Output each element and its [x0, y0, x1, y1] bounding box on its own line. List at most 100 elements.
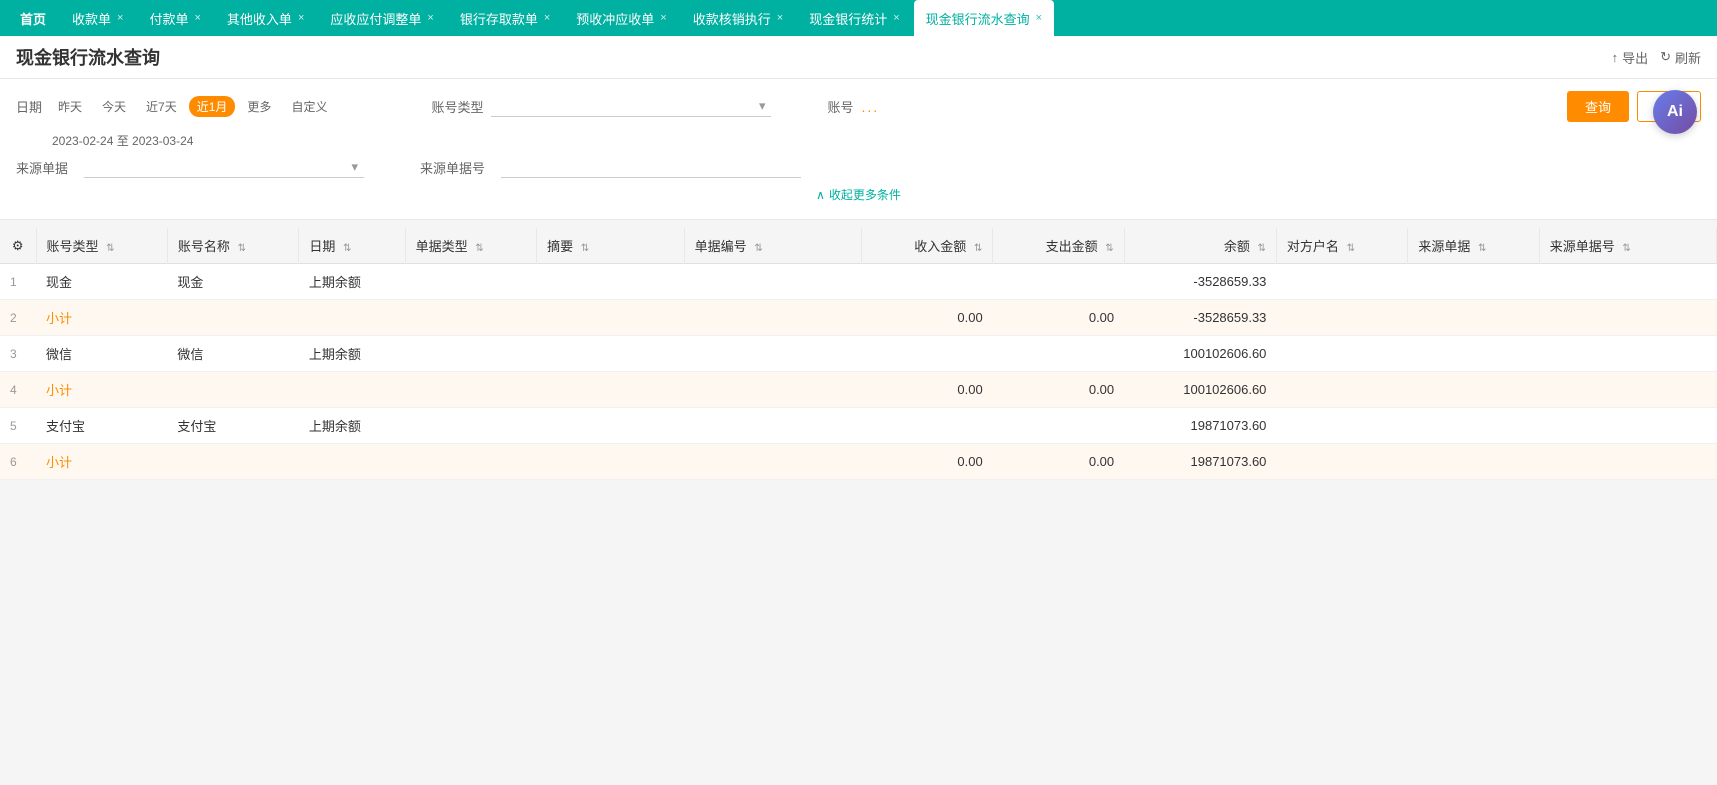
collapse-bar[interactable]: ∧ 收起更多条件 [16, 182, 1701, 207]
cell-expense [993, 408, 1124, 444]
cell-balance: 19871073.60 [1124, 408, 1276, 444]
date-opt-custom[interactable]: 自定义 [283, 96, 335, 117]
col-source-doc[interactable]: 来源单据 ⇅ [1408, 228, 1539, 264]
nav-home[interactable]: 首页 [8, 0, 58, 36]
cell-doc-type [405, 336, 536, 372]
col-account-type[interactable]: 账号类型 ⇅ [36, 228, 167, 264]
table-row: 3 微信 微信 上期余额 100102606.60 [0, 336, 1717, 372]
close-icon[interactable]: × [194, 12, 200, 24]
date-range-display: 2023-02-24 至 2023-03-24 [52, 134, 193, 148]
cell-source-doc-no [1539, 444, 1716, 480]
nav-tab-8[interactable]: 现金银行流水查询 × [914, 0, 1054, 36]
sort-icon: ⇅ [1478, 243, 1486, 254]
cell-account-type: 小计 [36, 372, 167, 408]
ai-assistant-button[interactable]: Ai [1653, 90, 1697, 134]
cell-account-type: 支付宝 [36, 408, 167, 444]
cell-expense [993, 336, 1124, 372]
nav-tab-6[interactable]: 收款核销执行 × [681, 0, 795, 36]
query-button[interactable]: 查询 [1567, 91, 1629, 122]
date-opt-today[interactable]: 今天 [94, 96, 134, 117]
source-doc-no-input[interactable] [507, 160, 795, 175]
sort-icon: ⇅ [343, 243, 351, 254]
refresh-icon: ↻ [1660, 49, 1671, 65]
cell-doc-type [405, 300, 536, 336]
nav-tab-0[interactable]: 收款单 × [60, 0, 135, 36]
nav-tab-2[interactable]: 其他收入单 × [215, 0, 316, 36]
gear-icon: ⚙ [12, 238, 24, 253]
col-date[interactable]: 日期 ⇅ [299, 228, 405, 264]
cell-counterpart [1276, 264, 1407, 300]
cell-source-doc-no [1539, 336, 1716, 372]
filter-row-2: 来源单据 ▾ 来源单据号 [16, 157, 1701, 178]
date-label: 日期 [16, 97, 42, 116]
close-icon[interactable]: × [117, 12, 123, 24]
date-opt-1month[interactable]: 近1月 [189, 96, 236, 117]
cell-balance: 100102606.60 [1124, 336, 1276, 372]
refresh-button[interactable]: ↻ 刷新 [1660, 48, 1701, 67]
col-source-doc-no[interactable]: 来源单据号 ⇅ [1539, 228, 1716, 264]
col-doc-no[interactable]: 单据编号 ⇅ [684, 228, 861, 264]
cell-source-doc [1408, 300, 1539, 336]
cell-source-doc [1408, 336, 1539, 372]
cell-expense: 0.00 [993, 372, 1124, 408]
export-button[interactable]: ↑ 导出 [1612, 48, 1649, 67]
cell-account-name: 现金 [167, 264, 298, 300]
cell-counterpart [1276, 444, 1407, 480]
cell-doc-no [684, 264, 861, 300]
sort-icon: ⇅ [581, 243, 589, 254]
date-opt-more[interactable]: 更多 [239, 96, 279, 117]
nav-tab-5[interactable]: 预收冲应收单 × [564, 0, 678, 36]
cell-expense: 0.00 [993, 444, 1124, 480]
nav-tab-1[interactable]: 付款单 × [137, 0, 212, 36]
cell-summary [537, 264, 685, 300]
date-opt-yesterday[interactable]: 昨天 [50, 96, 90, 117]
cell-doc-no [684, 408, 861, 444]
cell-expense: 0.00 [993, 300, 1124, 336]
date-opt-7days[interactable]: 近7天 [138, 96, 185, 117]
cell-source-doc-no [1539, 408, 1716, 444]
nav-tab-3[interactable]: 应收应付调整单 × [318, 0, 445, 36]
close-icon[interactable]: × [298, 12, 304, 24]
sort-icon: ⇅ [238, 243, 246, 254]
close-icon[interactable]: × [544, 12, 550, 24]
table-row: 5 支付宝 支付宝 上期余额 19871073.60 [0, 408, 1717, 444]
col-income[interactable]: 收入金额 ⇅ [861, 228, 992, 264]
cell-account-type: 微信 [36, 336, 167, 372]
col-expense[interactable]: 支出金额 ⇅ [993, 228, 1124, 264]
cell-balance: 19871073.60 [1124, 444, 1276, 480]
account-no-dots-button[interactable]: ... [861, 99, 879, 115]
cell-account-name: 支付宝 [167, 408, 298, 444]
col-gear[interactable]: ⚙ [0, 228, 36, 264]
account-no-row: ... [861, 99, 879, 115]
col-summary[interactable]: 摘要 ⇅ [537, 228, 685, 264]
cell-source-doc-no [1539, 264, 1716, 300]
close-icon[interactable]: × [427, 12, 433, 24]
cell-doc-type [405, 444, 536, 480]
col-doc-type[interactable]: 单据类型 ⇅ [405, 228, 536, 264]
cell-summary [537, 408, 685, 444]
close-icon[interactable]: × [660, 12, 666, 24]
source-doc-filter-group: 来源单据 ▾ [16, 157, 364, 178]
table-container: ⚙ 账号类型 ⇅ 账号名称 ⇅ 日期 ⇅ 单据类型 ⇅ [0, 228, 1717, 480]
nav-tab-7[interactable]: 现金银行统计 × [797, 0, 911, 36]
col-balance[interactable]: 余额 ⇅ [1124, 228, 1276, 264]
sort-icon: ⇅ [475, 243, 483, 254]
cell-summary [537, 336, 685, 372]
close-icon[interactable]: × [893, 12, 899, 24]
cell-doc-type [405, 408, 536, 444]
cell-doc-no [684, 372, 861, 408]
source-doc-label: 来源单据 [16, 158, 68, 177]
account-type-select[interactable]: ▾ [491, 96, 771, 117]
close-icon[interactable]: × [777, 12, 783, 24]
source-doc-select[interactable]: ▾ [84, 157, 364, 178]
cell-income: 0.00 [861, 372, 992, 408]
col-account-name[interactable]: 账号名称 ⇅ [167, 228, 298, 264]
close-icon[interactable]: × [1036, 12, 1042, 24]
chevron-up-icon: ∧ [816, 188, 825, 202]
cell-date: 上期余额 [299, 408, 405, 444]
date-filter-group: 日期 昨天 今天 近7天 近1月 更多 自定义 [16, 96, 335, 117]
nav-tab-4[interactable]: 银行存取款单 × [448, 0, 562, 36]
account-no-label: 账号 [827, 97, 853, 116]
col-counterpart[interactable]: 对方户名 ⇅ [1276, 228, 1407, 264]
cell-summary [537, 372, 685, 408]
